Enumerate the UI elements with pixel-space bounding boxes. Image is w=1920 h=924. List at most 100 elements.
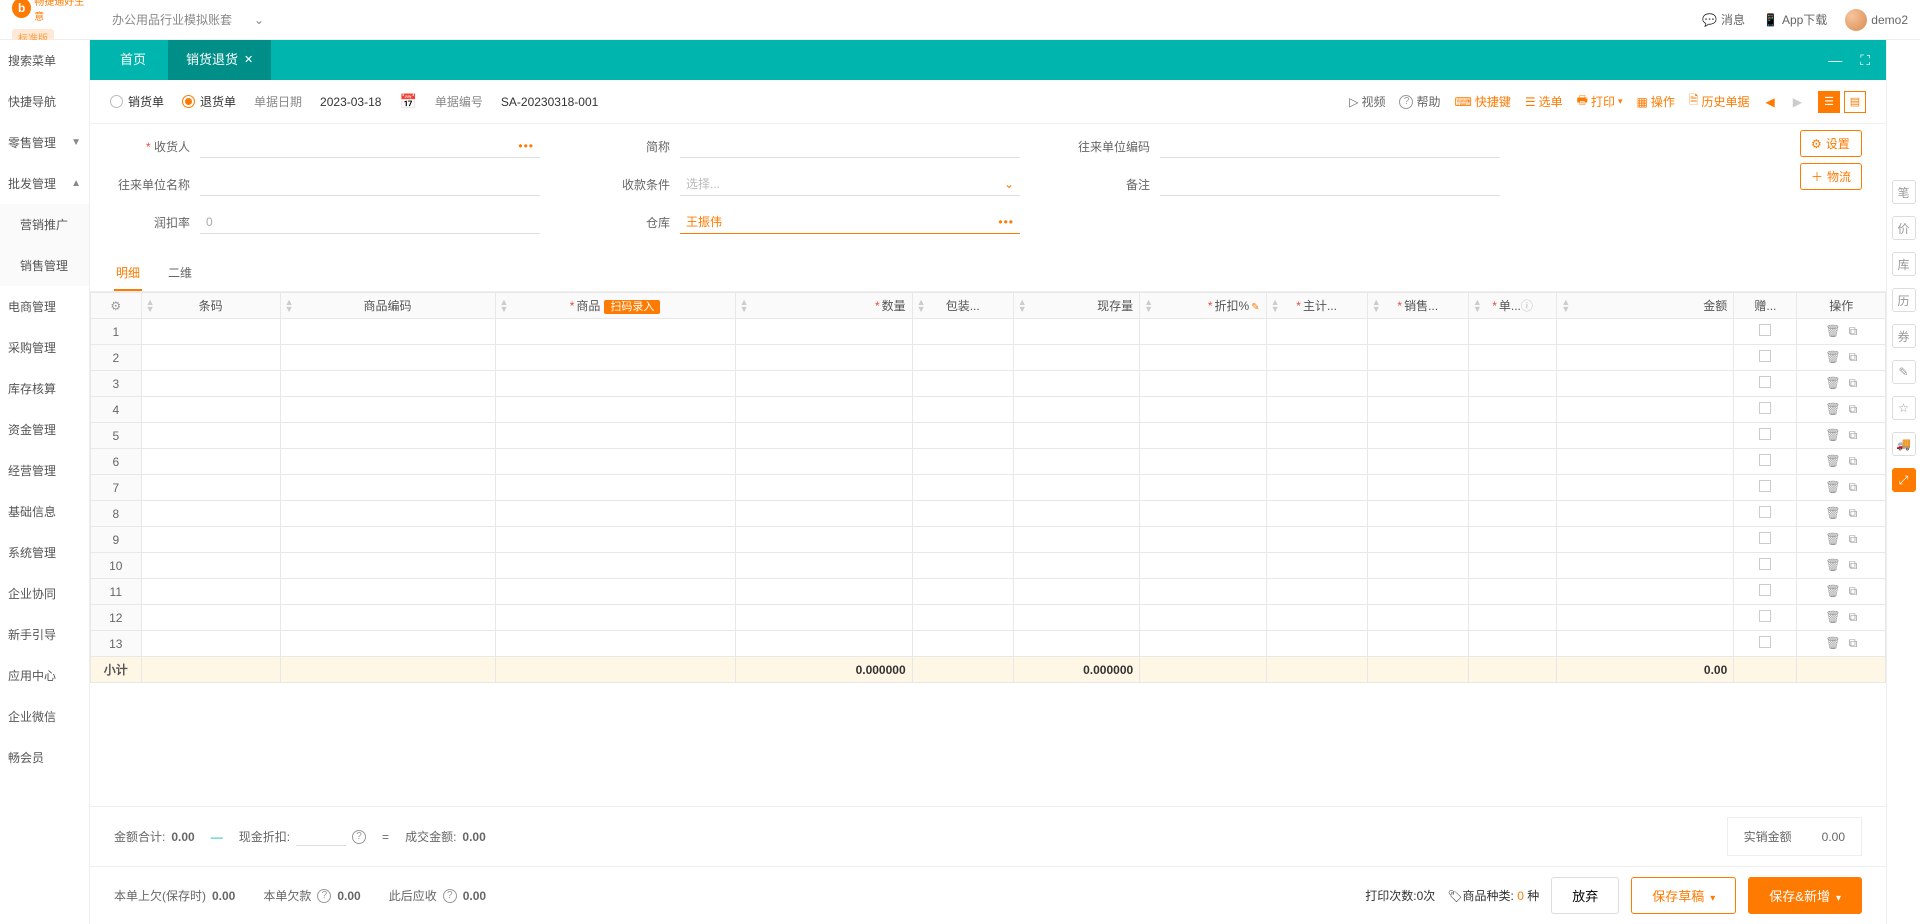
rail-icon[interactable]: 价 xyxy=(1892,216,1916,240)
view-card[interactable]: ▤ xyxy=(1844,91,1866,113)
col-amount[interactable]: ▲▼金额 xyxy=(1557,293,1734,319)
copy-icon[interactable]: ⧉ xyxy=(1849,636,1858,651)
receiver-input[interactable]: ••• xyxy=(200,134,540,158)
sidebar-item[interactable]: 企业微信 xyxy=(0,696,89,737)
date-value[interactable]: 2023-03-18 xyxy=(320,95,381,109)
sidebar-item[interactable]: 搜索菜单 xyxy=(0,40,89,81)
delete-icon[interactable]: 🗑 xyxy=(1825,480,1840,495)
shortcut-link[interactable]: ⌨快捷键 xyxy=(1455,93,1511,110)
minimize-icon[interactable]: — xyxy=(1824,48,1846,73)
rail-icon[interactable]: 历 xyxy=(1892,288,1916,312)
table-row[interactable]: 2🗑⧉ xyxy=(91,345,1886,371)
delete-icon[interactable]: 🗑 xyxy=(1825,506,1840,521)
gift-checkbox[interactable] xyxy=(1759,350,1771,362)
table-row[interactable]: 6🗑⧉ xyxy=(91,449,1886,475)
help-icon[interactable]: ? xyxy=(352,830,366,844)
table-row[interactable]: 1🗑⧉ xyxy=(91,319,1886,345)
rail-icon[interactable]: 库 xyxy=(1892,252,1916,276)
col-sale[interactable]: ▲▼销售... xyxy=(1367,293,1468,319)
table-row[interactable]: 9🗑⧉ xyxy=(91,527,1886,553)
copy-icon[interactable]: ⧉ xyxy=(1849,350,1858,365)
lookup-icon[interactable]: ••• xyxy=(998,215,1014,229)
logistics-button[interactable]: ＋物流 xyxy=(1800,163,1862,190)
rail-icon[interactable]: ✎ xyxy=(1892,360,1916,384)
col-pkg[interactable]: ▲▼包装... xyxy=(912,293,1013,319)
table-row[interactable]: 7🗑⧉ xyxy=(91,475,1886,501)
fullscreen-icon[interactable]: ⛶ xyxy=(1856,48,1874,73)
table-row[interactable]: 13🗑⧉ xyxy=(91,631,1886,657)
gift-checkbox[interactable] xyxy=(1759,376,1771,388)
sidebar-item[interactable]: 资金管理 xyxy=(0,409,89,450)
subtab-detail[interactable]: 明细 xyxy=(114,256,142,291)
rail-icon[interactable]: ☆ xyxy=(1892,396,1916,420)
short-input[interactable] xyxy=(680,134,1020,158)
table-row[interactable]: 3🗑⧉ xyxy=(91,371,1886,397)
gift-checkbox[interactable] xyxy=(1759,402,1771,414)
delete-icon[interactable]: 🗑 xyxy=(1825,610,1840,625)
delete-icon[interactable]: 🗑 xyxy=(1825,558,1840,573)
prev-doc[interactable]: ◀ xyxy=(1764,95,1777,109)
close-icon[interactable]: ✕ xyxy=(244,40,253,80)
delete-icon[interactable]: 🗑 xyxy=(1825,584,1840,599)
col-barcode[interactable]: ▲▼条码 xyxy=(141,293,280,319)
sidebar-item[interactable]: 系统管理 xyxy=(0,532,89,573)
tab-return[interactable]: 销货退货✕ xyxy=(168,40,271,80)
gift-checkbox[interactable] xyxy=(1759,428,1771,440)
gift-checkbox[interactable] xyxy=(1759,480,1771,492)
col-code[interactable]: ▲▼商品编码 xyxy=(280,293,495,319)
messages-link[interactable]: 💬消息 xyxy=(1702,11,1745,28)
delete-icon[interactable]: 🗑 xyxy=(1825,350,1840,365)
help-link[interactable]: ?帮助 xyxy=(1399,93,1440,110)
gift-checkbox[interactable] xyxy=(1759,636,1771,648)
sidebar-item[interactable]: 企业协同 xyxy=(0,573,89,614)
gift-checkbox[interactable] xyxy=(1759,532,1771,544)
operate-link[interactable]: ▦操作 xyxy=(1637,93,1675,110)
radio-return[interactable]: 退货单 xyxy=(182,93,236,110)
gift-checkbox[interactable] xyxy=(1759,324,1771,336)
table-row[interactable]: 8🗑⧉ xyxy=(91,501,1886,527)
sidebar-item[interactable]: 库存核算 xyxy=(0,368,89,409)
gift-checkbox[interactable] xyxy=(1759,558,1771,570)
delete-icon[interactable]: 🗑 xyxy=(1825,324,1840,339)
cash-input[interactable] xyxy=(296,828,346,846)
rail-icon[interactable]: 笔 xyxy=(1892,180,1916,204)
sidebar-item[interactable]: 零售管理▼ xyxy=(0,122,89,163)
copy-icon[interactable]: ⧉ xyxy=(1849,610,1858,625)
copy-icon[interactable]: ⧉ xyxy=(1849,558,1858,573)
save-new-button[interactable]: 保存&新增▾ xyxy=(1748,877,1862,914)
gift-checkbox[interactable] xyxy=(1759,506,1771,518)
copy-icon[interactable]: ⧉ xyxy=(1849,402,1858,417)
save-draft-button[interactable]: 保存草稿▾ xyxy=(1631,877,1736,914)
tab-home[interactable]: 首页 xyxy=(102,40,164,80)
settings-button[interactable]: ⚙设置 xyxy=(1800,130,1862,157)
gift-checkbox[interactable] xyxy=(1759,584,1771,596)
sidebar-item[interactable]: 经营管理 xyxy=(0,450,89,491)
col-stock[interactable]: ▲▼现存量 xyxy=(1013,293,1139,319)
rail-icon[interactable]: 🚚 xyxy=(1892,432,1916,456)
edit-icon[interactable]: ✎ xyxy=(1251,302,1259,313)
gear-column[interactable]: ⚙ xyxy=(91,293,142,319)
col-discount[interactable]: ▲▼折扣%✎ xyxy=(1140,293,1266,319)
copy-icon[interactable]: ⧉ xyxy=(1849,532,1858,547)
copy-icon[interactable]: ⧉ xyxy=(1849,506,1858,521)
gift-checkbox[interactable] xyxy=(1759,610,1771,622)
copy-icon[interactable]: ⧉ xyxy=(1849,428,1858,443)
table-row[interactable]: 5🗑⧉ xyxy=(91,423,1886,449)
gift-checkbox[interactable] xyxy=(1759,454,1771,466)
col-qty[interactable]: ▲▼数量 xyxy=(735,293,912,319)
sidebar-item[interactable]: 销售管理 xyxy=(0,245,89,286)
user-menu[interactable]: demo2 xyxy=(1845,9,1908,31)
sidebar-item[interactable]: 批发管理▲ xyxy=(0,163,89,204)
sidebar-item[interactable]: 营销推广 xyxy=(0,204,89,245)
unitname-input[interactable] xyxy=(200,172,540,196)
company-selector[interactable]: 办公用品行业模拟账套 ⌄ xyxy=(112,11,264,28)
lookup-icon[interactable]: ••• xyxy=(518,139,534,153)
delete-icon[interactable]: 🗑 xyxy=(1825,636,1840,651)
help-icon[interactable]: ? xyxy=(317,889,331,903)
help-icon[interactable]: ? xyxy=(443,889,457,903)
rail-icon[interactable]: ⤢ xyxy=(1892,468,1916,492)
subtab-two[interactable]: 二维 xyxy=(166,256,194,291)
calendar-icon[interactable]: 📅 xyxy=(399,93,416,110)
copy-icon[interactable]: ⧉ xyxy=(1849,480,1858,495)
sidebar-item[interactable]: 电商管理 xyxy=(0,286,89,327)
